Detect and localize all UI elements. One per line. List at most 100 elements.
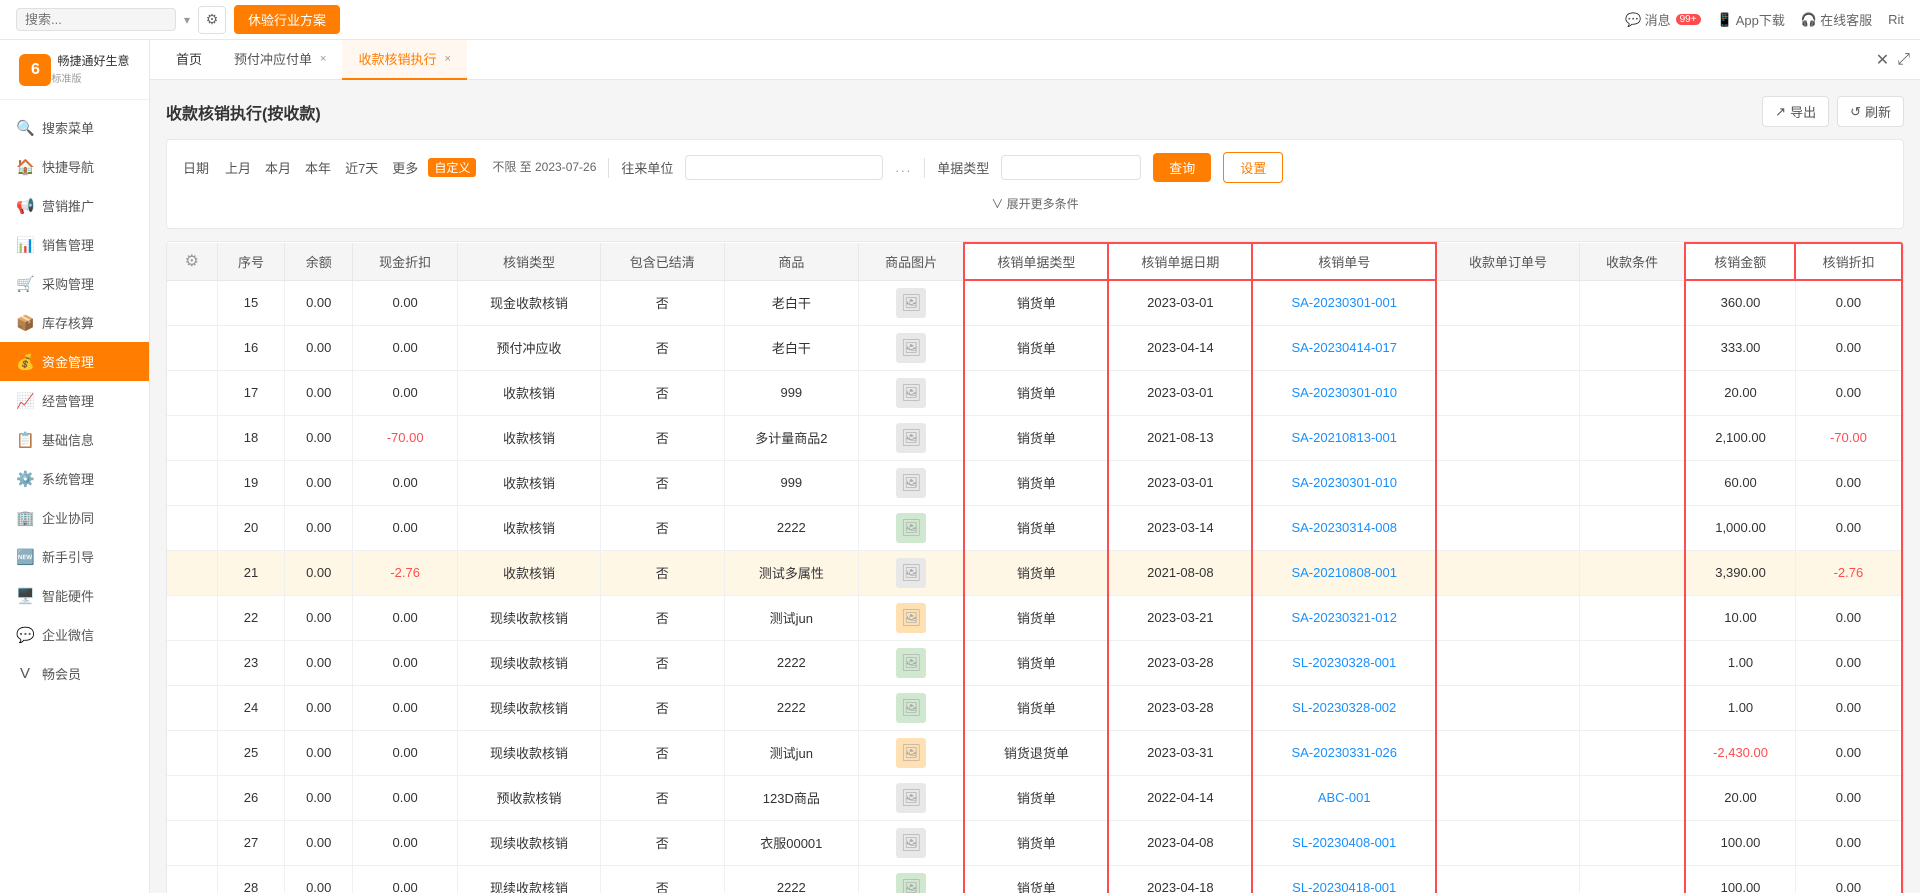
date-7days[interactable]: 近7天 [341,156,382,179]
row-writeoff-bill-no-8[interactable]: SL-20230328-001 [1252,640,1436,685]
writeoff-bill-no-link-9[interactable]: SL-20230328-002 [1292,700,1396,715]
row-receipt-order-no-10 [1436,730,1579,775]
sidebar-item-finance[interactable]: 💰资金管理 [0,342,149,381]
row-writeoff-bill-no-7[interactable]: SA-20230321-012 [1252,595,1436,640]
partner-label: 往来单位 [621,158,673,177]
writeoff-bill-no-link-12[interactable]: SL-20230408-001 [1292,835,1396,850]
sidebar-label-guide: 新手引导 [42,547,94,566]
writeoff-bill-no-link-3[interactable]: SA-20210813-001 [1291,430,1397,445]
row-writeoff-bill-no-5[interactable]: SA-20230314-008 [1252,505,1436,550]
sidebar-item-system[interactable]: ⚙️系统管理 [0,459,149,498]
top-search-input[interactable] [16,8,176,31]
writeoff-bill-no-link-10[interactable]: SA-20230331-026 [1291,745,1397,760]
row-writeoff-type-3: 收款核销 [458,415,601,460]
row-writeoff-bill-type-10: 销货退货单 [964,730,1108,775]
tab-expand-btn[interactable]: ⤢ [1897,50,1910,70]
row-goods-8: 2222 [724,640,858,685]
th-receipt_condition: 收款条件 [1579,243,1685,280]
sidebar-item-marketing[interactable]: 📢营销推广 [0,186,149,225]
th-writeoff_discount: 核销折扣 [1795,243,1902,280]
writeoff-bill-no-link-13[interactable]: SL-20230418-001 [1292,880,1396,893]
refresh-button[interactable]: ↺ 刷新 [1837,96,1904,127]
sidebar-item-member[interactable]: V畅会员 [0,654,149,693]
export-icon: ↗ [1775,104,1786,120]
writeoff-bill-no-link-0[interactable]: SA-20230301-001 [1291,295,1397,310]
filter-divider-2 [924,158,925,178]
sidebar-item-search[interactable]: 🔍搜索菜单 [0,108,149,147]
app-download-item[interactable]: 📱 App下载 [1717,10,1785,29]
date-more[interactable]: 更多 [388,156,422,179]
row-writeoff-bill-no-3[interactable]: SA-20210813-001 [1252,415,1436,460]
row-settings-8 [167,640,217,685]
date-last-month[interactable]: 上月 [221,156,255,179]
export-button[interactable]: ↗ 导出 [1762,96,1829,127]
sidebar-item-inventory[interactable]: 📦库存核算 [0,303,149,342]
partner-input[interactable] [685,155,883,180]
row-writeoff-discount-13: 0.00 [1795,865,1902,893]
row-writeoff-bill-no-1[interactable]: SA-20230414-017 [1252,325,1436,370]
writeoff-bill-no-link-4[interactable]: SA-20230301-010 [1291,475,1397,490]
industry-btn[interactable]: 休验行业方案 [234,5,340,34]
row-writeoff-bill-no-13[interactable]: SL-20230418-001 [1252,865,1436,893]
date-custom[interactable]: 自定义 [428,158,476,177]
row-writeoff-bill-no-10[interactable]: SA-20230331-026 [1252,730,1436,775]
writeoff-bill-no-link-11[interactable]: ABC-001 [1318,790,1371,805]
sidebar-item-purchase[interactable]: 🛒采购管理 [0,264,149,303]
row-writeoff-bill-no-6[interactable]: SA-20210808-001 [1252,550,1436,595]
row-writeoff-bill-no-12[interactable]: SL-20230408-001 [1252,820,1436,865]
expand-more-btn[interactable]: ∨ 展开更多条件 [183,191,1887,216]
row-writeoff-bill-no-2[interactable]: SA-20230301-010 [1252,370,1436,415]
sidebar-item-basic[interactable]: 📋基础信息 [0,420,149,459]
sidebar-item-collab[interactable]: 🏢企业协同 [0,498,149,537]
tab-close-prepay[interactable]: × [320,53,326,65]
row-writeoff-bill-no-0[interactable]: SA-20230301-001 [1252,280,1436,325]
row-included-settled-9: 否 [600,685,724,730]
row-cash-discount-10: 0.00 [353,730,458,775]
tab-home[interactable]: 首页 [160,40,218,80]
writeoff-bill-no-link-1[interactable]: SA-20230414-017 [1291,340,1397,355]
row-cash-discount-1: 0.00 [353,325,458,370]
chevron-down-icon[interactable]: ▾ [184,13,190,27]
writeoff-bill-no-link-8[interactable]: SL-20230328-001 [1292,655,1396,670]
bill-type-select[interactable] [1001,155,1141,180]
settings-button[interactable]: 设置 [1223,152,1283,183]
tab-bar: 首页预付冲应付单×收款核销执行× ✕ ⤢ [150,40,1920,80]
row-writeoff-bill-no-4[interactable]: SA-20230301-010 [1252,460,1436,505]
sidebar-item-wechat[interactable]: 💬企业微信 [0,615,149,654]
date-this-year[interactable]: 本年 [301,156,335,179]
tab-receipt[interactable]: 收款核销执行× [342,40,466,80]
row-goods-img-5: 🖼 [858,505,964,550]
writeoff-bill-no-link-5[interactable]: SA-20230314-008 [1291,520,1397,535]
message-item[interactable]: 💬 消息 99+ [1625,10,1700,29]
row-writeoff-bill-no-9[interactable]: SL-20230328-002 [1252,685,1436,730]
logo-text: 畅捷通好生意 [57,54,129,70]
row-settings-1 [167,325,217,370]
sidebar-item-hardware[interactable]: 🖥️智能硬件 [0,576,149,615]
row-goods-1: 老白干 [724,325,858,370]
sidebar-item-guide[interactable]: 🆕新手引导 [0,537,149,576]
date-this-month[interactable]: 本月 [261,156,295,179]
row-goods-img-12: 🖼 [858,820,964,865]
basic-icon: 📋 [16,431,34,449]
writeoff-bill-no-link-7[interactable]: SA-20230321-012 [1291,610,1397,625]
writeoff-bill-no-link-6[interactable]: SA-20210808-001 [1291,565,1397,580]
writeoff-bill-no-link-2[interactable]: SA-20230301-010 [1291,385,1397,400]
query-button[interactable]: 查询 [1153,153,1211,182]
row-writeoff-bill-type-3: 销货单 [964,415,1108,460]
online-service-item[interactable]: 🎧 在线客服 [1801,10,1872,29]
row-writeoff-bill-no-11[interactable]: ABC-001 [1252,775,1436,820]
sidebar-item-operation[interactable]: 📈经营管理 [0,381,149,420]
row-balance-13: 0.00 [285,865,353,893]
row-balance-11: 0.00 [285,775,353,820]
sidebar-item-sales[interactable]: 📊销售管理 [0,225,149,264]
tab-close-all-btn[interactable]: ✕ [1876,50,1889,70]
th-no: 序号 [217,243,285,280]
user-item[interactable]: Rit [1888,12,1904,27]
gear-button[interactable]: ⚙ [198,6,226,34]
tab-close-receipt[interactable]: × [444,53,450,65]
row-goods-img-13: 🖼 [858,865,964,893]
tab-prepay[interactable]: 预付冲应付单× [218,40,342,80]
row-included-settled-6: 否 [600,550,724,595]
table-settings-col[interactable]: ⚙ [167,243,217,280]
sidebar-item-nav[interactable]: 🏠快捷导航 [0,147,149,186]
